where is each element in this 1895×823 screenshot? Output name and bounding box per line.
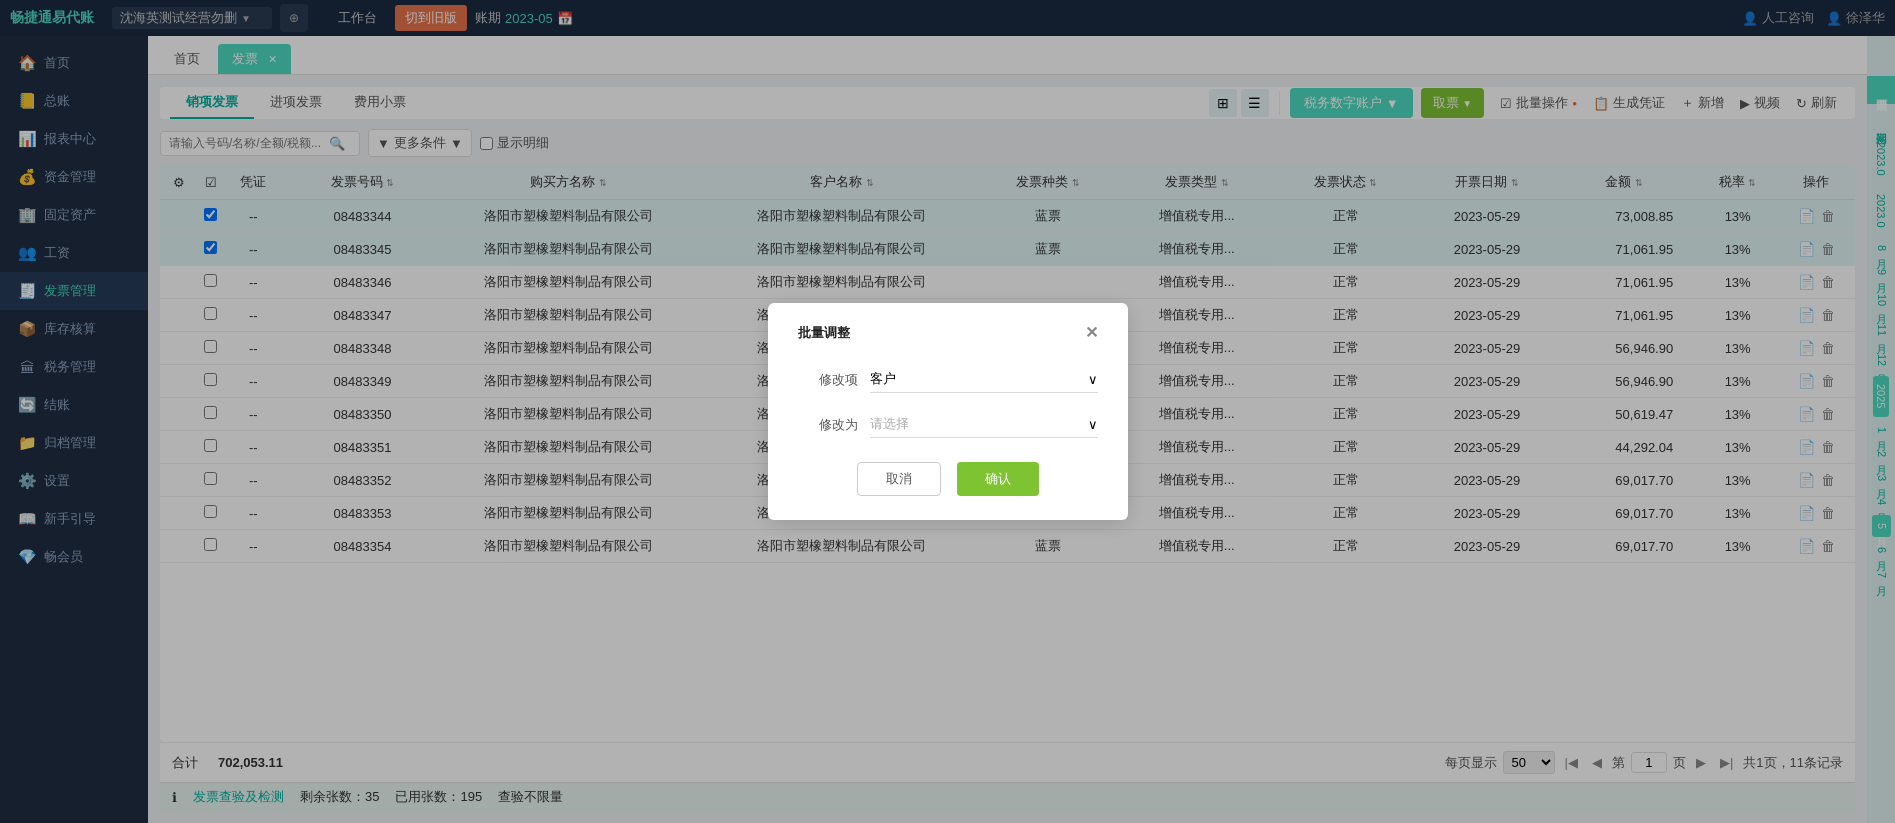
modal-header: 批量调整 ✕ xyxy=(798,323,1098,342)
modify-to-label: 修改为 xyxy=(798,416,858,434)
modal-modify-to-field: 修改为 请选择 ∨ xyxy=(798,411,1098,438)
modify-field-value: 客户 xyxy=(870,370,896,388)
modify-field-label: 修改项 xyxy=(798,371,858,389)
modify-field-dropdown-icon: ∨ xyxy=(1088,372,1098,387)
modify-to-select[interactable]: 请选择 ∨ xyxy=(870,411,1098,438)
modal-overlay[interactable]: 批量调整 ✕ 修改项 客户 ∨ 修改为 请选择 ∨ 取消 确认 xyxy=(0,0,1895,823)
batch-adjust-modal: 批量调整 ✕ 修改项 客户 ∨ 修改为 请选择 ∨ 取消 确认 xyxy=(768,303,1128,520)
modal-title: 批量调整 xyxy=(798,324,850,342)
modify-to-dropdown-icon: ∨ xyxy=(1088,417,1098,432)
modify-field-select[interactable]: 客户 ∨ xyxy=(870,366,1098,393)
modal-modify-field: 修改项 客户 ∨ xyxy=(798,366,1098,393)
modal-actions: 取消 确认 xyxy=(798,462,1098,496)
modal-cancel-btn[interactable]: 取消 xyxy=(857,462,941,496)
modal-confirm-btn[interactable]: 确认 xyxy=(957,462,1039,496)
modify-to-placeholder: 请选择 xyxy=(870,415,909,433)
modal-close-btn[interactable]: ✕ xyxy=(1085,323,1098,342)
